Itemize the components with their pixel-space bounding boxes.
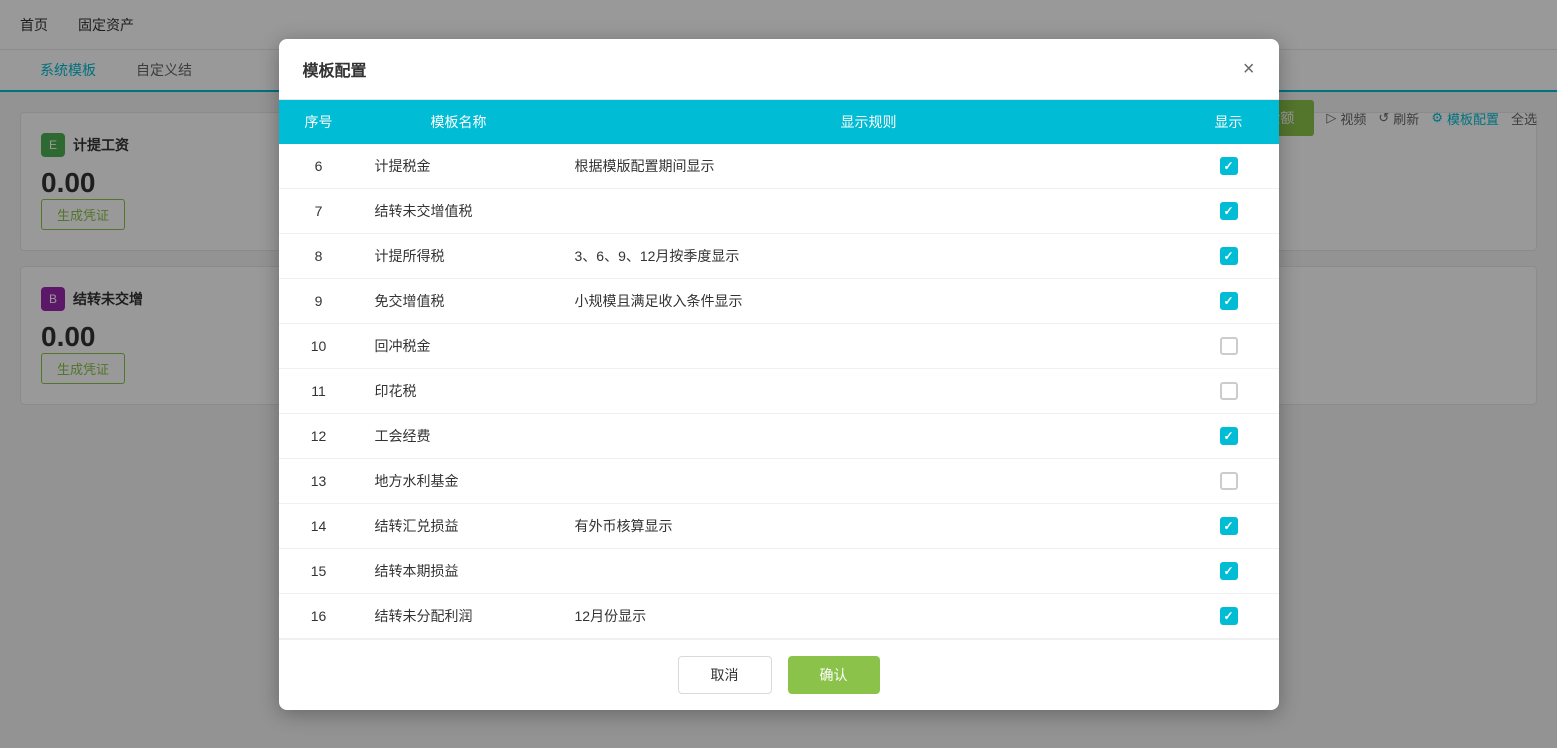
cell-check-5[interactable]: [1179, 368, 1279, 413]
cell-rule-4: [559, 323, 1179, 368]
cell-check-7[interactable]: [1179, 458, 1279, 503]
col-header-rule: 显示规则: [559, 100, 1179, 144]
checkbox-1[interactable]: [1220, 202, 1238, 220]
table-row: 7结转未交增值税: [279, 188, 1279, 233]
config-table: 序号 模板名称 显示规则 显示 6计提税金根据模版配置期间显示7结转未交增值税8…: [279, 100, 1279, 639]
cell-name-1: 结转未交增值税: [359, 188, 559, 233]
col-header-name: 模板名称: [359, 100, 559, 144]
table-row: 13地方水利基金: [279, 458, 1279, 503]
cell-check-6[interactable]: [1179, 413, 1279, 458]
table-header-row: 序号 模板名称 显示规则 显示: [279, 100, 1279, 144]
table-body: 6计提税金根据模版配置期间显示7结转未交增值税8计提所得税3、6、9、12月按季…: [279, 144, 1279, 639]
cell-name-6: 工会经费: [359, 413, 559, 458]
dialog-title: 模板配置: [303, 57, 367, 81]
cell-name-4: 回冲税金: [359, 323, 559, 368]
table-row: 6计提税金根据模版配置期间显示: [279, 144, 1279, 189]
checkbox-2[interactable]: [1220, 247, 1238, 265]
cell-seq-6: 12: [279, 413, 359, 458]
cell-check-9[interactable]: [1179, 548, 1279, 593]
checkbox-10[interactable]: [1220, 607, 1238, 625]
cell-name-2: 计提所得税: [359, 233, 559, 278]
table-row: 15结转本期损益: [279, 548, 1279, 593]
cell-name-0: 计提税金: [359, 144, 559, 189]
cell-name-10: 结转未分配利润: [359, 593, 559, 638]
cell-check-3[interactable]: [1179, 278, 1279, 323]
checkbox-4[interactable]: [1220, 337, 1238, 355]
col-header-seq: 序号: [279, 100, 359, 144]
cell-check-2[interactable]: [1179, 233, 1279, 278]
cell-rule-5: [559, 368, 1179, 413]
modal-overlay: 模板配置 × 序号 模板名称 显示规则 显示 6计提税金根据模版配置期间: [0, 0, 1557, 748]
cell-rule-10: 12月份显示: [559, 593, 1179, 638]
cell-check-1[interactable]: [1179, 188, 1279, 233]
cell-seq-7: 13: [279, 458, 359, 503]
cell-seq-4: 10: [279, 323, 359, 368]
table-row: 8计提所得税3、6、9、12月按季度显示: [279, 233, 1279, 278]
cell-seq-2: 8: [279, 233, 359, 278]
background-page: 首页 固定资产 系统模板 自定义结 测算金额 ▷ 视频 ↺ 刷新 ⚙ 模板配置 …: [0, 0, 1557, 748]
table-row: 10回冲税金: [279, 323, 1279, 368]
checkbox-5[interactable]: [1220, 382, 1238, 400]
cell-name-9: 结转本期损益: [359, 548, 559, 593]
dialog-footer: 取消 确认: [279, 639, 1279, 710]
cell-rule-1: [559, 188, 1179, 233]
cell-rule-0: 根据模版配置期间显示: [559, 144, 1179, 189]
table-row: 16结转未分配利润12月份显示: [279, 593, 1279, 638]
cell-seq-0: 6: [279, 144, 359, 189]
cell-name-8: 结转汇兑损益: [359, 503, 559, 548]
dialog-close-button[interactable]: ×: [1243, 59, 1255, 79]
cancel-button[interactable]: 取消: [678, 656, 772, 694]
cell-seq-3: 9: [279, 278, 359, 323]
checkbox-7[interactable]: [1220, 472, 1238, 490]
checkbox-6[interactable]: [1220, 427, 1238, 445]
cell-name-5: 印花税: [359, 368, 559, 413]
table-row: 11印花税: [279, 368, 1279, 413]
checkbox-3[interactable]: [1220, 292, 1238, 310]
table-row: 12工会经费: [279, 413, 1279, 458]
cell-rule-3: 小规模且满足收入条件显示: [559, 278, 1179, 323]
cell-rule-8: 有外币核算显示: [559, 503, 1179, 548]
checkbox-8[interactable]: [1220, 517, 1238, 535]
table-row: 14结转汇兑损益有外币核算显示: [279, 503, 1279, 548]
cell-rule-6: [559, 413, 1179, 458]
cell-rule-2: 3、6、9、12月按季度显示: [559, 233, 1179, 278]
checkbox-9[interactable]: [1220, 562, 1238, 580]
cell-check-8[interactable]: [1179, 503, 1279, 548]
checkbox-0[interactable]: [1220, 157, 1238, 175]
table-row: 9免交增值税小规模且满足收入条件显示: [279, 278, 1279, 323]
cell-seq-10: 16: [279, 593, 359, 638]
cell-seq-5: 11: [279, 368, 359, 413]
col-header-display: 显示: [1179, 100, 1279, 144]
cell-seq-9: 15: [279, 548, 359, 593]
cell-seq-8: 14: [279, 503, 359, 548]
cell-seq-1: 7: [279, 188, 359, 233]
cell-name-7: 地方水利基金: [359, 458, 559, 503]
template-config-dialog: 模板配置 × 序号 模板名称 显示规则 显示 6计提税金根据模版配置期间: [279, 39, 1279, 710]
cell-rule-9: [559, 548, 1179, 593]
cell-name-3: 免交增值税: [359, 278, 559, 323]
cell-check-10[interactable]: [1179, 593, 1279, 638]
confirm-button[interactable]: 确认: [788, 656, 880, 694]
dialog-body[interactable]: 序号 模板名称 显示规则 显示 6计提税金根据模版配置期间显示7结转未交增值税8…: [279, 100, 1279, 639]
cell-check-4[interactable]: [1179, 323, 1279, 368]
cell-rule-7: [559, 458, 1179, 503]
cell-check-0[interactable]: [1179, 144, 1279, 189]
dialog-header: 模板配置 ×: [279, 39, 1279, 100]
